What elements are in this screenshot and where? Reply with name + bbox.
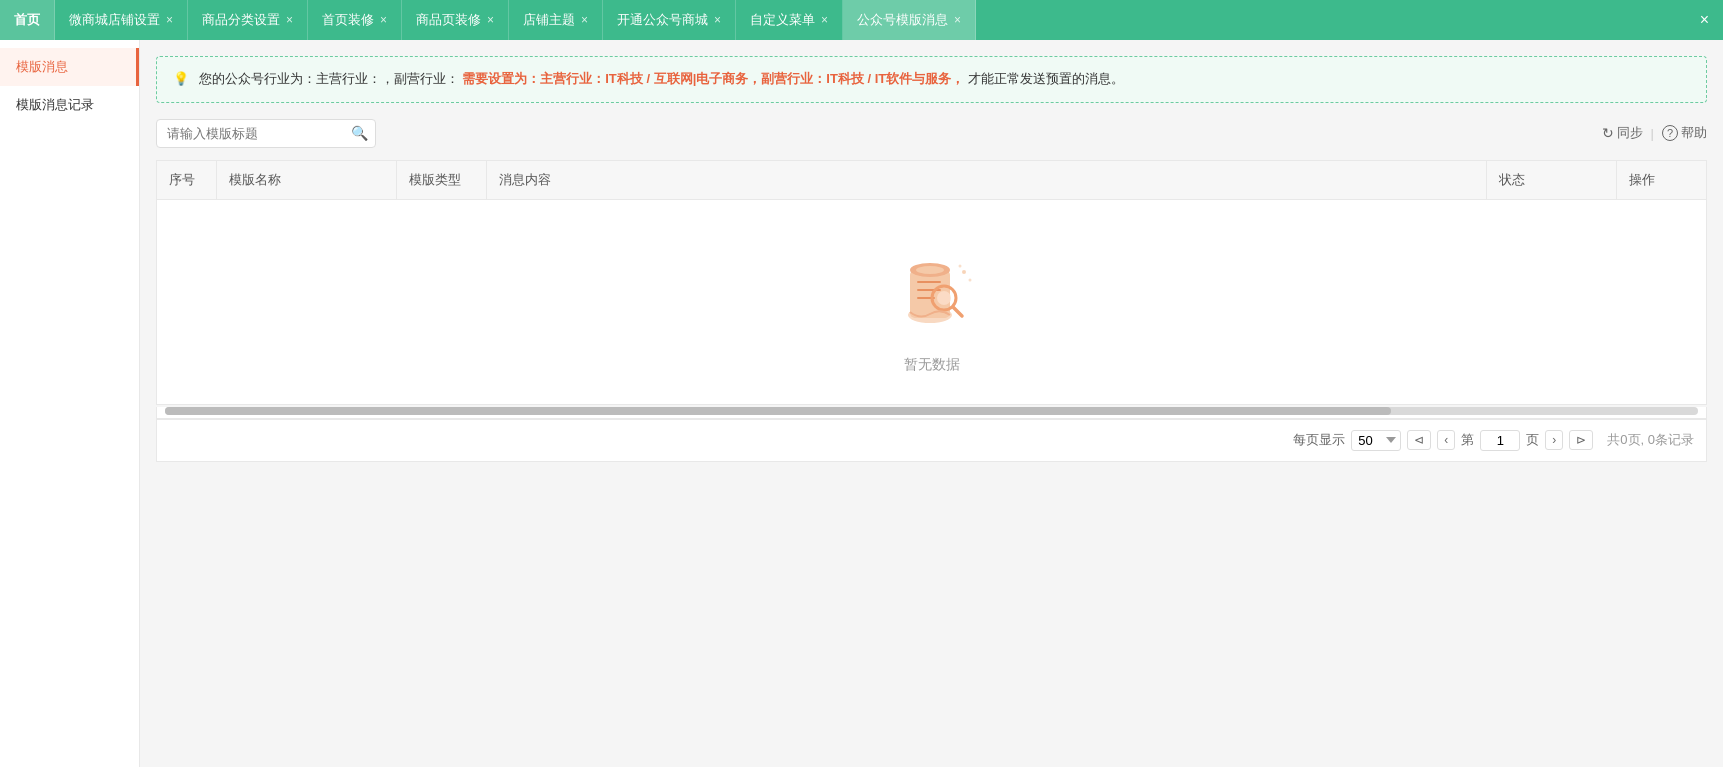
main-layout: 模版消息 模版消息记录 💡 您的公众号行业为：主营行业：，副营行业： 需要设置为… <box>0 40 1723 767</box>
sidebar-item-template-message[interactable]: 模版消息 <box>0 48 139 86</box>
nav-tab-custom-menu[interactable]: 自定义菜单 × <box>736 0 843 40</box>
nav-tab-product-page-decor-label: 商品页装修 <box>416 11 481 29</box>
page-label-suffix: 页 <box>1526 431 1539 449</box>
sidebar-item-template-message-records-label: 模版消息记录 <box>16 97 94 112</box>
svg-point-8 <box>937 291 951 305</box>
nav-tab-product-page-decor[interactable]: 商品页装修 × <box>402 0 509 40</box>
main-content: 💡 您的公众号行业为：主营行业：，副营行业： 需要设置为：主营行业：IT科技 /… <box>140 40 1723 767</box>
scrollbar-track <box>165 407 1698 415</box>
empty-state-row: 暂无数据 <box>157 199 1707 404</box>
nav-tab-template-message-close[interactable]: × <box>954 13 961 27</box>
nav-tab-home[interactable]: 首页 <box>0 0 55 40</box>
nav-tab-weshop-settings[interactable]: 微商城店铺设置 × <box>55 0 188 40</box>
empty-illustration <box>882 240 982 340</box>
total-records: 共0页, 0条记录 <box>1607 431 1694 449</box>
sync-label: 同步 <box>1617 124 1643 142</box>
sidebar: 模版消息 模版消息记录 <box>0 40 140 767</box>
global-close-button[interactable]: × <box>1686 11 1723 29</box>
search-bar: 🔍 ↻ 同步 | ? 帮助 <box>156 119 1707 148</box>
data-table: 序号 模版名称 模版类型 消息内容 状态 操作 <box>156 160 1707 405</box>
nav-tab-home-label: 首页 <box>14 11 40 29</box>
nav-tab-product-category-close[interactable]: × <box>286 13 293 27</box>
nav-tab-custom-menu-close[interactable]: × <box>821 13 828 27</box>
nav-tab-product-category[interactable]: 商品分类设置 × <box>188 0 308 40</box>
top-navigation: 首页 微商城店铺设置 × 商品分类设置 × 首页装修 × 商品页装修 × 店铺主… <box>0 0 1723 40</box>
notice-suffix: 才能正常发送预置的消息。 <box>968 71 1124 86</box>
toolbar-divider: | <box>1651 126 1654 141</box>
nav-tab-home-decor-label: 首页装修 <box>322 11 374 29</box>
table-header-row: 序号 模版名称 模版类型 消息内容 状态 操作 <box>157 160 1707 199</box>
nav-tab-open-wechat-store-label: 开通公众号商城 <box>617 11 708 29</box>
svg-point-10 <box>962 270 966 274</box>
search-input[interactable] <box>156 119 376 148</box>
nav-tab-weshop-settings-label: 微商城店铺设置 <box>69 11 160 29</box>
svg-point-11 <box>968 278 971 281</box>
toolbar-right: ↻ 同步 | ? 帮助 <box>1602 124 1707 142</box>
nav-tab-store-theme-close[interactable]: × <box>581 13 588 27</box>
nav-tab-template-message[interactable]: 公众号模版消息 × <box>843 0 976 40</box>
sync-icon: ↻ <box>1602 125 1614 141</box>
prev-page-button[interactable]: ‹ <box>1437 430 1455 450</box>
notice-highlight: 需要设置为：主营行业：IT科技 / 互联网|电子商务，副营行业：IT科技 / I… <box>462 71 964 86</box>
col-content: 消息内容 <box>487 160 1487 199</box>
nav-tab-open-wechat-store[interactable]: 开通公众号商城 × <box>603 0 736 40</box>
col-type: 模版类型 <box>397 160 487 199</box>
nav-tab-open-wechat-store-close[interactable]: × <box>714 13 721 27</box>
help-label: 帮助 <box>1681 124 1707 142</box>
page-label-prefix: 第 <box>1461 431 1474 449</box>
table-header: 序号 模版名称 模版类型 消息内容 状态 操作 <box>157 160 1707 199</box>
sidebar-item-template-message-label: 模版消息 <box>16 59 68 74</box>
nav-tab-home-decor[interactable]: 首页装修 × <box>308 0 402 40</box>
search-input-wrapper: 🔍 <box>156 119 376 148</box>
help-icon: ? <box>1662 125 1678 141</box>
table-body: 暂无数据 <box>157 199 1707 404</box>
pagination: 每页显示 10 20 50 100 ⊲ ‹ 第 页 › ⊳ 共0页, 0条记录 <box>156 419 1707 462</box>
nav-tab-store-theme[interactable]: 店铺主题 × <box>509 0 603 40</box>
col-index: 序号 <box>157 160 217 199</box>
sync-button[interactable]: ↻ 同步 <box>1602 124 1643 142</box>
empty-state: 暂无数据 <box>157 200 1706 404</box>
search-icon[interactable]: 🔍 <box>351 125 368 141</box>
notice-prefix: 您的公众号行业为：主营行业：，副营行业： <box>199 71 459 86</box>
svg-point-12 <box>958 264 961 267</box>
nav-tab-product-category-label: 商品分类设置 <box>202 11 280 29</box>
current-page-input[interactable] <box>1480 430 1520 451</box>
col-actions: 操作 <box>1617 160 1707 199</box>
col-status: 状态 <box>1487 160 1617 199</box>
page-size-select[interactable]: 10 20 50 100 <box>1351 430 1401 451</box>
col-name: 模版名称 <box>217 160 397 199</box>
first-page-button[interactable]: ⊲ <box>1407 430 1431 450</box>
notice-banner: 💡 您的公众号行业为：主营行业：，副营行业： 需要设置为：主营行业：IT科技 /… <box>156 56 1707 103</box>
page-size-label: 每页显示 <box>1293 431 1345 449</box>
sidebar-item-template-message-records[interactable]: 模版消息记录 <box>0 86 139 124</box>
last-page-button[interactable]: ⊳ <box>1569 430 1593 450</box>
nav-tab-product-page-decor-close[interactable]: × <box>487 13 494 27</box>
notice-icon: 💡 <box>173 71 189 86</box>
nav-tab-home-decor-close[interactable]: × <box>380 13 387 27</box>
nav-tab-weshop-settings-close[interactable]: × <box>166 13 173 27</box>
empty-text: 暂无数据 <box>904 356 960 374</box>
next-page-button[interactable]: › <box>1545 430 1563 450</box>
nav-tab-template-message-label: 公众号模版消息 <box>857 11 948 29</box>
nav-tab-custom-menu-label: 自定义菜单 <box>750 11 815 29</box>
nav-tab-store-theme-label: 店铺主题 <box>523 11 575 29</box>
horizontal-scrollbar[interactable] <box>156 407 1707 419</box>
help-button[interactable]: ? 帮助 <box>1662 124 1707 142</box>
scrollbar-thumb[interactable] <box>165 407 1391 415</box>
svg-point-3 <box>916 266 944 274</box>
svg-line-9 <box>953 307 962 316</box>
